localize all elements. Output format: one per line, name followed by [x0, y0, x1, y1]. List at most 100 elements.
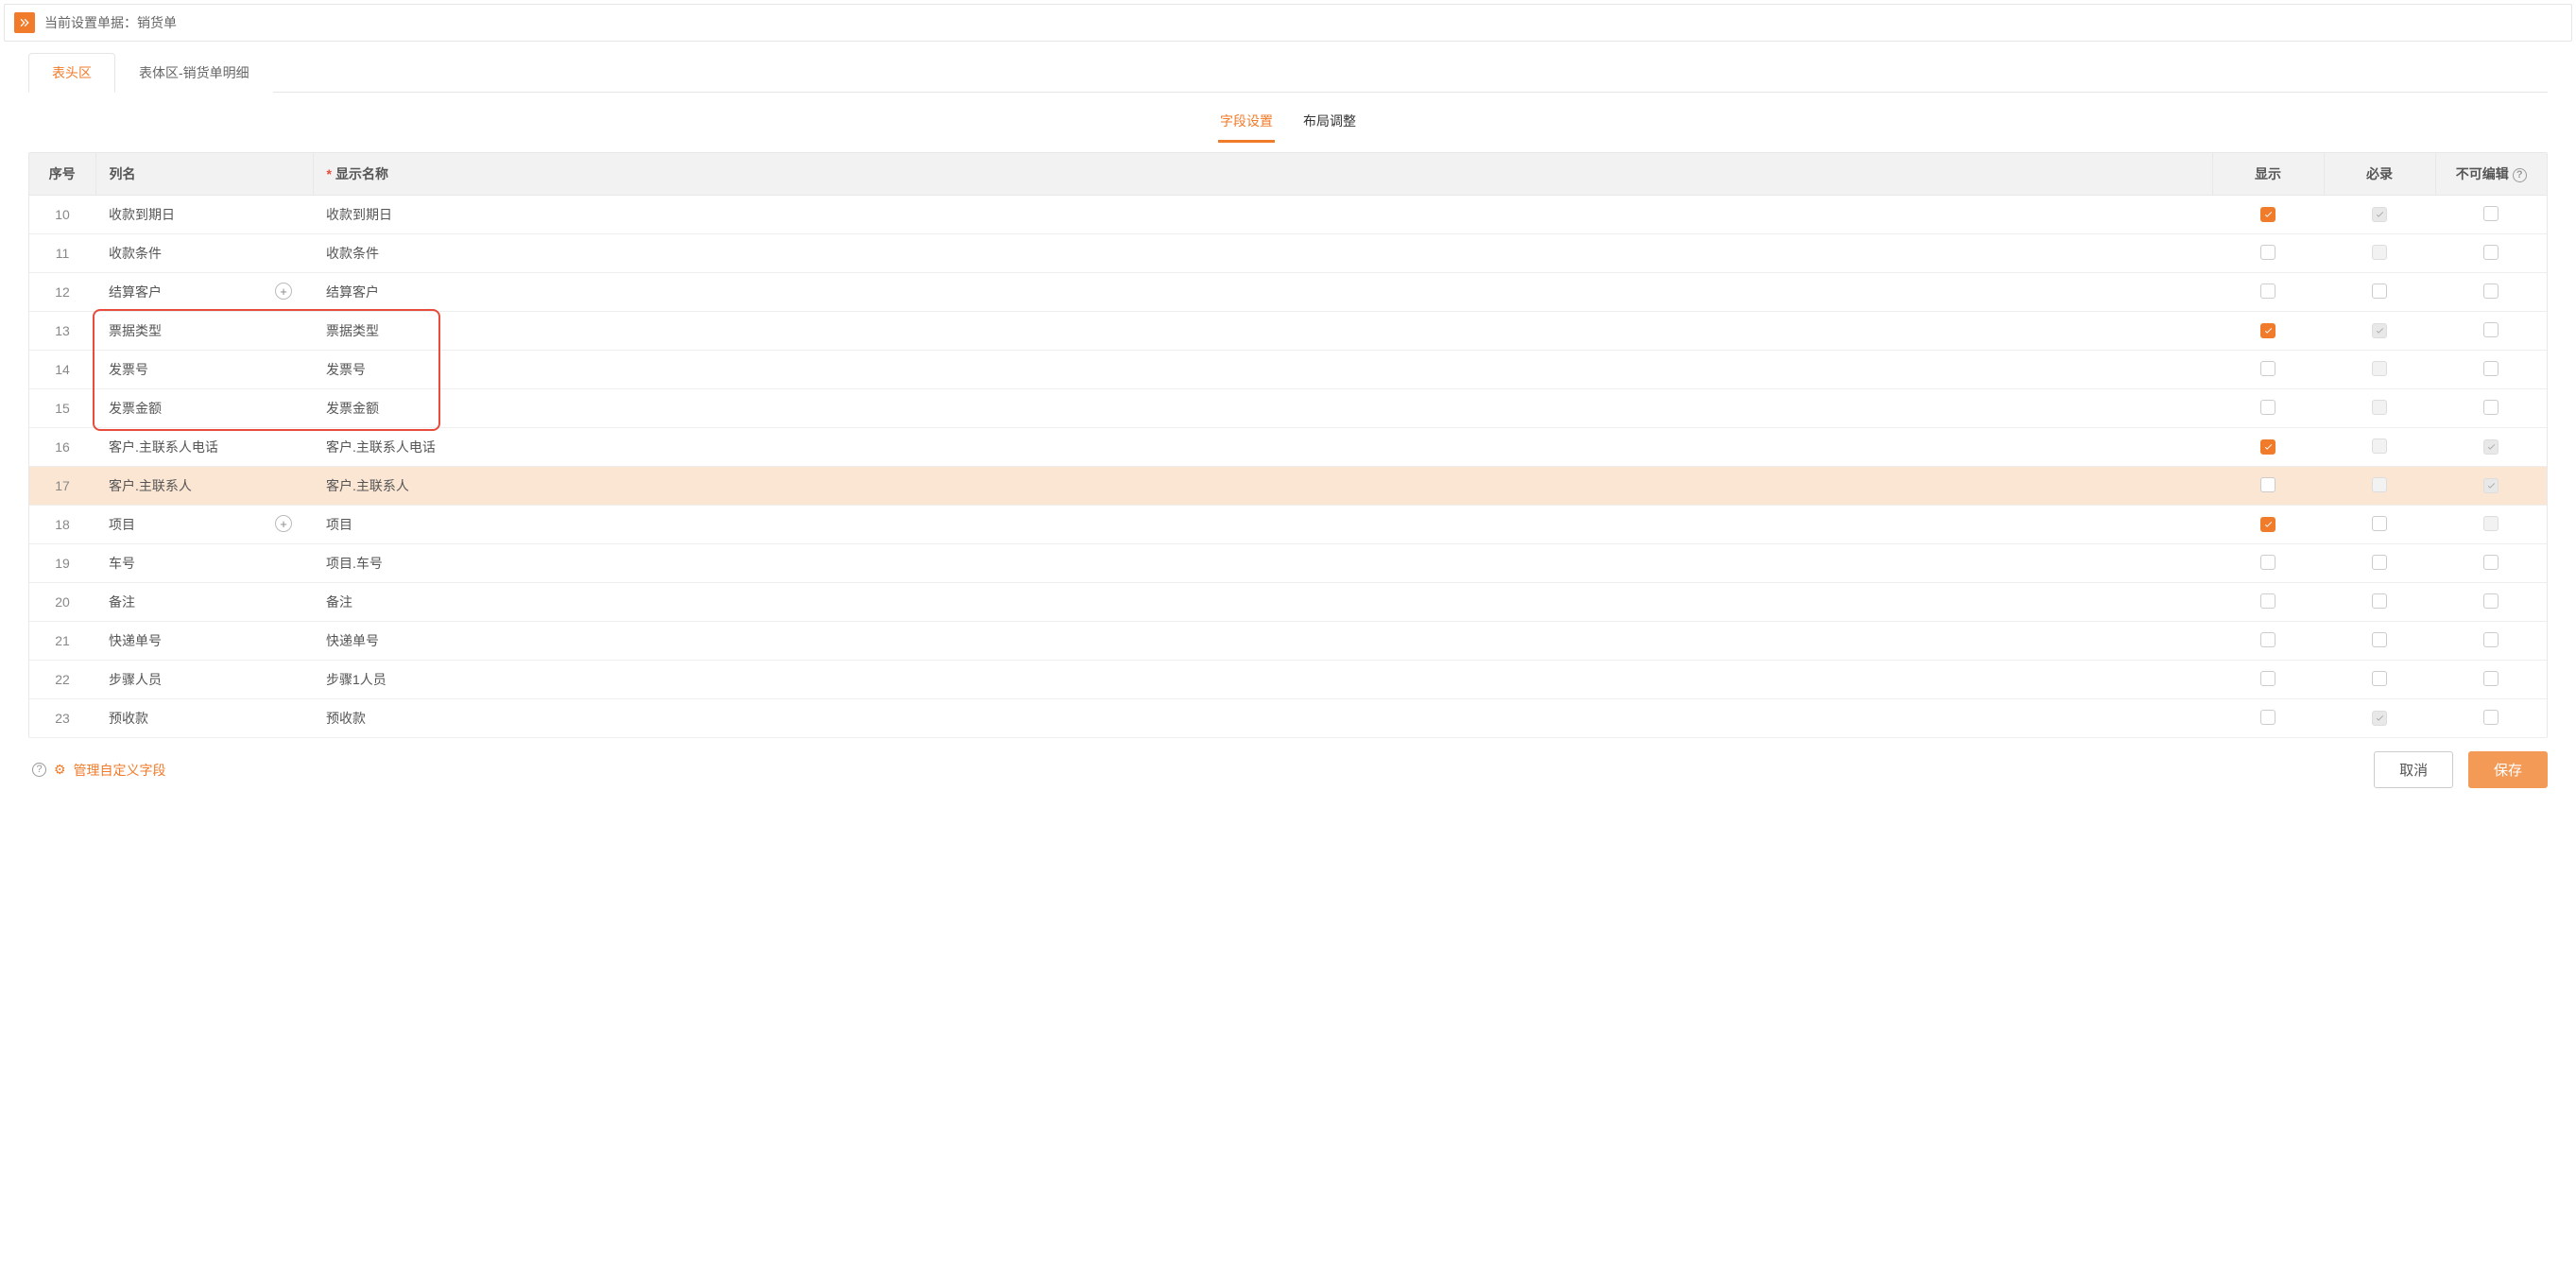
readonly-checkbox[interactable] [2483, 400, 2499, 415]
row-display-name[interactable]: 客户.主联系人电话 [313, 428, 2212, 467]
row-num: 17 [29, 467, 95, 506]
show-checkbox[interactable] [2260, 400, 2275, 415]
show-checkbox[interactable] [2260, 593, 2275, 609]
show-checkbox[interactable] [2260, 439, 2275, 455]
chevron-right-double-icon [18, 16, 31, 29]
breadcrumb: 当前设置单据：销货单 [4, 4, 2572, 42]
fields-table: 序号 列名 *显示名称 显示 必录 不可编辑? 10收款到期日收款到期日11收款… [28, 152, 2548, 738]
tab-表体区-销货单明细[interactable]: 表体区-销货单明细 [115, 53, 273, 93]
required-checkbox [2372, 361, 2387, 376]
show-checkbox[interactable] [2260, 284, 2275, 299]
readonly-checkbox[interactable] [2483, 206, 2499, 221]
plus-icon[interactable]: + [275, 283, 292, 300]
required-checkbox[interactable] [2372, 671, 2387, 686]
table-row: 14发票号发票号 [29, 351, 2547, 389]
row-colname: 快递单号 [95, 622, 313, 661]
manage-custom-fields-link[interactable]: 管理自定义字段 [74, 761, 166, 780]
help-icon[interactable]: ? [2513, 168, 2527, 182]
show-checkbox[interactable] [2260, 207, 2275, 222]
row-colname: 收款到期日 [95, 196, 313, 234]
row-colname: 备注 [95, 583, 313, 622]
breadcrumb-label: 当前设置单据：销货单 [44, 13, 177, 32]
show-checkbox[interactable] [2260, 517, 2275, 532]
required-checkbox [2372, 323, 2387, 338]
readonly-checkbox[interactable] [2483, 593, 2499, 609]
row-num: 18 [29, 506, 95, 544]
row-colname: 客户.主联系人 [95, 467, 313, 506]
row-display-name[interactable]: 快递单号 [313, 622, 2212, 661]
col-header-num: 序号 [29, 153, 95, 196]
help-icon[interactable]: ? [32, 763, 46, 777]
required-checkbox[interactable] [2372, 593, 2387, 609]
row-display-name[interactable]: 客户.主联系人 [313, 467, 2212, 506]
save-button[interactable]: 保存 [2468, 751, 2548, 788]
required-checkbox [2372, 711, 2387, 726]
row-num: 14 [29, 351, 95, 389]
readonly-checkbox[interactable] [2483, 710, 2499, 725]
table-row: 19车号项目.车号 [29, 544, 2547, 583]
row-colname: 结算客户+ [95, 273, 313, 312]
col-header-show: 显示 [2212, 153, 2324, 196]
row-display-name[interactable]: 票据类型 [313, 312, 2212, 351]
section-tabs: 表头区表体区-销货单明细 [28, 53, 2548, 93]
cancel-button[interactable]: 取消 [2374, 751, 2453, 788]
row-display-name[interactable]: 项目.车号 [313, 544, 2212, 583]
required-checkbox [2372, 245, 2387, 260]
readonly-checkbox[interactable] [2483, 322, 2499, 337]
row-display-name[interactable]: 步骤1人员 [313, 661, 2212, 699]
readonly-checkbox [2483, 439, 2499, 455]
show-checkbox[interactable] [2260, 323, 2275, 338]
show-checkbox[interactable] [2260, 632, 2275, 647]
row-colname: 步骤人员 [95, 661, 313, 699]
tab-表头区[interactable]: 表头区 [28, 53, 115, 93]
row-display-name[interactable]: 项目 [313, 506, 2212, 544]
col-header-name: 列名 [95, 153, 313, 196]
row-display-name[interactable]: 预收款 [313, 699, 2212, 738]
table-row: 23预收款预收款 [29, 699, 2547, 738]
col-header-lock: 不可编辑? [2435, 153, 2547, 196]
sub-tabs: 字段设置布局调整 [28, 93, 2548, 143]
readonly-checkbox[interactable] [2483, 555, 2499, 570]
readonly-checkbox[interactable] [2483, 284, 2499, 299]
required-checkbox [2372, 207, 2387, 222]
row-num: 20 [29, 583, 95, 622]
readonly-checkbox[interactable] [2483, 245, 2499, 260]
readonly-checkbox[interactable] [2483, 361, 2499, 376]
required-checkbox[interactable] [2372, 632, 2387, 647]
show-checkbox[interactable] [2260, 245, 2275, 260]
readonly-checkbox [2483, 478, 2499, 493]
table-row: 13票据类型票据类型 [29, 312, 2547, 351]
table-row: 21快递单号快递单号 [29, 622, 2547, 661]
readonly-checkbox[interactable] [2483, 671, 2499, 686]
show-checkbox[interactable] [2260, 361, 2275, 376]
row-colname: 发票号 [95, 351, 313, 389]
show-checkbox[interactable] [2260, 710, 2275, 725]
row-display-name[interactable]: 发票号 [313, 351, 2212, 389]
readonly-checkbox[interactable] [2483, 632, 2499, 647]
row-colname: 客户.主联系人电话 [95, 428, 313, 467]
required-checkbox[interactable] [2372, 284, 2387, 299]
row-num: 12 [29, 273, 95, 312]
row-num: 19 [29, 544, 95, 583]
required-checkbox[interactable] [2372, 516, 2387, 531]
row-display-name[interactable]: 收款到期日 [313, 196, 2212, 234]
row-num: 11 [29, 234, 95, 273]
required-checkbox[interactable] [2372, 555, 2387, 570]
required-checkbox [2372, 400, 2387, 415]
row-display-name[interactable]: 结算客户 [313, 273, 2212, 312]
show-checkbox[interactable] [2260, 555, 2275, 570]
row-display-name[interactable]: 发票金额 [313, 389, 2212, 428]
show-checkbox[interactable] [2260, 671, 2275, 686]
required-checkbox [2372, 438, 2387, 454]
row-display-name[interactable]: 备注 [313, 583, 2212, 622]
show-checkbox[interactable] [2260, 477, 2275, 492]
row-colname: 发票金额 [95, 389, 313, 428]
row-num: 15 [29, 389, 95, 428]
plus-icon[interactable]: + [275, 515, 292, 532]
expand-sidebar-button[interactable] [14, 12, 35, 33]
row-num: 22 [29, 661, 95, 699]
row-display-name[interactable]: 收款条件 [313, 234, 2212, 273]
table-row: 11收款条件收款条件 [29, 234, 2547, 273]
sub-tab-布局调整[interactable]: 布局调整 [1301, 106, 1358, 143]
sub-tab-字段设置[interactable]: 字段设置 [1218, 106, 1275, 143]
